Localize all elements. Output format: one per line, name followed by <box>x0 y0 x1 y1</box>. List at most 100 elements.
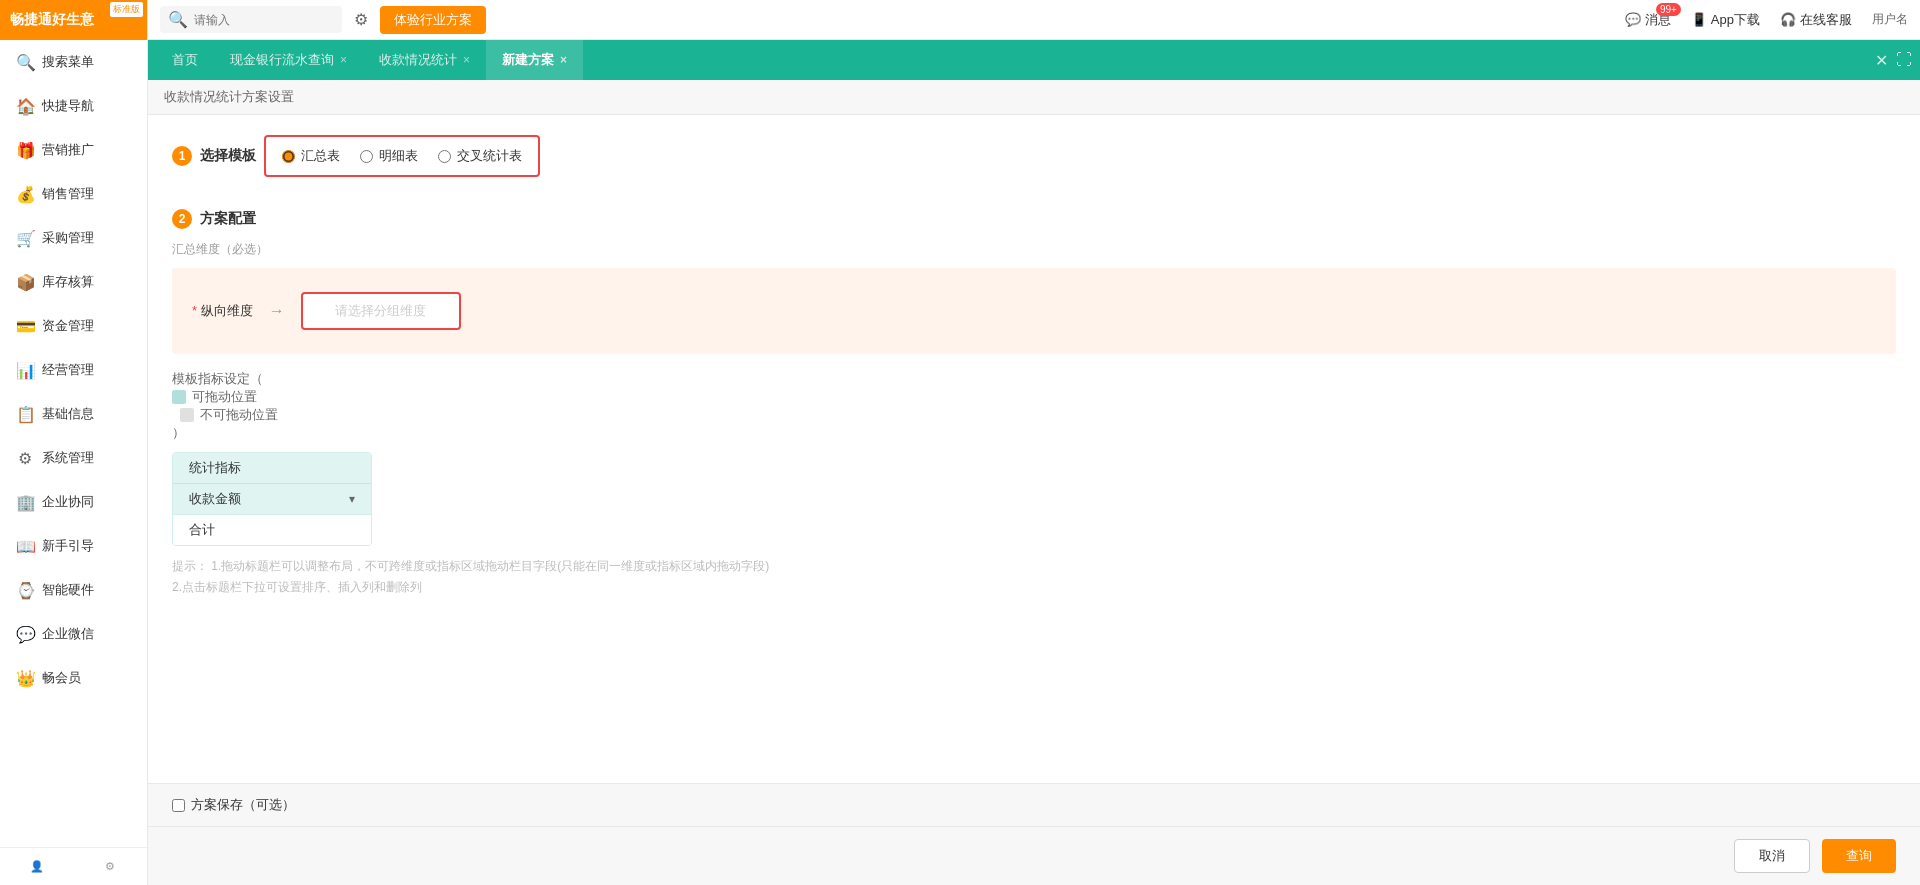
guide-icon: 📖 <box>16 537 34 556</box>
section2-header: 2 方案配置 <box>172 209 1896 229</box>
section-template: 1 选择模板 汇总表 明细表 交叉统计表 <box>172 135 1896 189</box>
row-label-text: 纵向维度 <box>201 303 253 318</box>
sidebar-item-sales[interactable]: 💰销售管理 <box>0 172 147 216</box>
indicator-header: 模板指标设定（ 可拖动位置 不可拖动位置 ） <box>172 370 1896 442</box>
service-label: 在线客服 <box>1800 11 1852 29</box>
chevron-down-icon: ▾ <box>349 492 355 506</box>
system-label: 系统管理 <box>42 449 94 467</box>
indicator-cell-label: 收款金额 <box>189 490 241 508</box>
radio-summary-input[interactable] <box>282 150 295 163</box>
app-download-item[interactable]: 📱 App下载 <box>1691 11 1760 29</box>
sidebar-logo: 畅捷通好生意 标准版 <box>0 0 147 40</box>
breadcrumb-text: 收款情况统计方案设置 <box>164 89 294 104</box>
tab-label-new-plan: 新建方案 <box>502 51 554 69</box>
search-menu-label: 搜索菜单 <box>42 53 94 71</box>
tabs-actions: ✕ ⛶ <box>1875 51 1912 70</box>
gear-icon[interactable]: ⚙ <box>354 10 368 29</box>
sidebar-item-inventory[interactable]: 📦库存核算 <box>0 260 147 304</box>
section-config: 2 方案配置 汇总维度（必选） * 纵向维度 → 请选择分组维度 <box>172 209 1896 600</box>
indicator-setting-label: 模板指标设定（ 可拖动位置 不可拖动位置 ） <box>172 370 278 442</box>
radio-summary-label[interactable]: 汇总表 <box>301 147 340 165</box>
cancel-button[interactable]: 取消 <box>1734 839 1810 873</box>
save-checkbox[interactable] <box>172 799 185 812</box>
sidebar-item-member[interactable]: 👑畅会员 <box>0 656 147 700</box>
dimension-label: 汇总维度（必选） <box>172 241 1896 258</box>
dimension-placeholder[interactable]: 请选择分组维度 <box>301 292 461 330</box>
sidebar-item-capital[interactable]: 💳 资金管理 <box>0 304 147 348</box>
sidebar-item-system[interactable]: ⚙ 系统管理 <box>0 436 147 480</box>
sales-label: 销售管理 <box>42 185 94 203</box>
search-icon: 🔍 <box>168 10 188 29</box>
section1-header: 1 选择模板 汇总表 明细表 交叉统计表 <box>172 135 1896 177</box>
radio-detail[interactable]: 明细表 <box>360 147 418 165</box>
tab-label-collection-stat: 收款情况统计 <box>379 51 457 69</box>
close-window-icon[interactable]: ✕ <box>1875 51 1888 70</box>
tab-collection-stat[interactable]: 收款情况统计 × <box>363 40 486 80</box>
content-area: 1 选择模板 汇总表 明细表 交叉统计表 <box>148 115 1920 783</box>
maximize-icon[interactable]: ⛶ <box>1896 51 1912 70</box>
sidebar-item-guide[interactable]: 📖 新手引导 <box>0 524 147 568</box>
tab-close-bank-flow[interactable]: × <box>340 53 347 67</box>
tab-new-plan[interactable]: 新建方案 × <box>486 40 583 80</box>
online-service-item[interactable]: 🎧 在线客服 <box>1780 11 1852 29</box>
sidebar-item-basic-info[interactable]: 📋基础信息 <box>0 392 147 436</box>
sidebar-item-operation[interactable]: 📊 经营管理 <box>0 348 147 392</box>
section1-num: 1 <box>172 146 192 166</box>
save-label[interactable]: 方案保存（可选） <box>172 796 295 814</box>
indicator-cell-amount[interactable]: 收款金额 ▾ <box>173 483 371 514</box>
search-box: 🔍 <box>160 6 342 33</box>
service-icon: 🎧 <box>1780 12 1796 27</box>
template-options-box: 汇总表 明细表 交叉统计表 <box>264 135 540 177</box>
tips-section: 提示： 1.拖动标题栏可以调整布局，不可跨维度或指标区域拖动栏目字段(只能在同一… <box>172 558 1896 596</box>
topbar: 🔍 ⚙ 体验行业方案 💬 消息 99+ 📱 App下载 🎧 在线客服 用户名 <box>148 0 1920 40</box>
radio-cross-input[interactable] <box>438 150 451 163</box>
tab-bank-flow[interactable]: 现金银行流水查询× <box>214 40 363 80</box>
main-area: 🔍 ⚙ 体验行业方案 💬 消息 99+ 📱 App下载 🎧 在线客服 用户名 首… <box>148 0 1920 885</box>
message-item[interactable]: 💬 消息 99+ <box>1625 11 1671 29</box>
legend-fixed-box <box>180 408 194 422</box>
capital-icon: 💳 <box>16 317 34 336</box>
marketing-icon: 🎁 <box>16 141 34 160</box>
guide-label: 新手引导 <box>42 537 94 555</box>
sidebar-item-enterprise[interactable]: 🏢企业协同 <box>0 480 147 524</box>
arrow-icon: → <box>269 302 285 320</box>
operation-label: 经营管理 <box>42 361 94 379</box>
radio-detail-label[interactable]: 明细表 <box>379 147 418 165</box>
wechat-label: 企业微信 <box>42 625 94 643</box>
sidebar-item-purchase[interactable]: 🛒采购管理 <box>0 216 147 260</box>
sidebar-item-wechat[interactable]: 💬企业微信 <box>0 612 147 656</box>
sidebar-bottom-right[interactable]: ⚙ <box>74 856 148 877</box>
sidebar-item-quick-nav[interactable]: 🏠快捷导航 <box>0 84 147 128</box>
indicator-table: 统计指标 收款金额 ▾ 合计 <box>172 452 372 546</box>
purchase-label: 采购管理 <box>42 229 94 247</box>
system-icon: ⚙ <box>16 449 34 468</box>
radio-summary[interactable]: 汇总表 <box>282 147 340 165</box>
radio-detail-input[interactable] <box>360 150 373 163</box>
capital-label: 资金管理 <box>42 317 94 335</box>
member-icon: 👑 <box>16 669 34 688</box>
marketing-label: 营销推广 <box>42 141 94 159</box>
indicator-table-header: 统计指标 <box>173 453 371 483</box>
operation-icon: 📊 <box>16 361 34 380</box>
tab-label-home: 首页 <box>172 51 198 69</box>
sidebar-item-smart-hw[interactable]: ⌚智能硬件 <box>0 568 147 612</box>
tab-close-new-plan[interactable]: × <box>560 53 567 67</box>
tab-close-collection-stat[interactable]: × <box>463 53 470 67</box>
indicator-cell-total: 合计 <box>173 514 371 545</box>
radio-cross[interactable]: 交叉统计表 <box>438 147 522 165</box>
inventory-label: 库存核算 <box>42 273 94 291</box>
radio-cross-label[interactable]: 交叉统计表 <box>457 147 522 165</box>
smart-hw-label: 智能硬件 <box>42 581 94 599</box>
sidebar-bottom-left[interactable]: 👤 <box>0 856 74 877</box>
sidebar-item-search-menu[interactable]: 🔍搜索菜单 <box>0 40 147 84</box>
search-input[interactable] <box>194 13 334 27</box>
sidebar-item-marketing[interactable]: 🎁 营销推广 <box>0 128 147 172</box>
quick-nav-icon: 🏠 <box>16 97 34 116</box>
footer-buttons: 取消 查询 <box>148 826 1920 885</box>
tab-home[interactable]: 首页 <box>156 40 214 80</box>
legend-draggable-label: 可拖动位置 <box>192 388 257 406</box>
query-button[interactable]: 查询 <box>1822 839 1896 873</box>
save-label-text: 方案保存（可选） <box>191 796 295 814</box>
legend-draggable: 可拖动位置 <box>172 388 278 406</box>
trial-button[interactable]: 体验行业方案 <box>380 6 486 34</box>
